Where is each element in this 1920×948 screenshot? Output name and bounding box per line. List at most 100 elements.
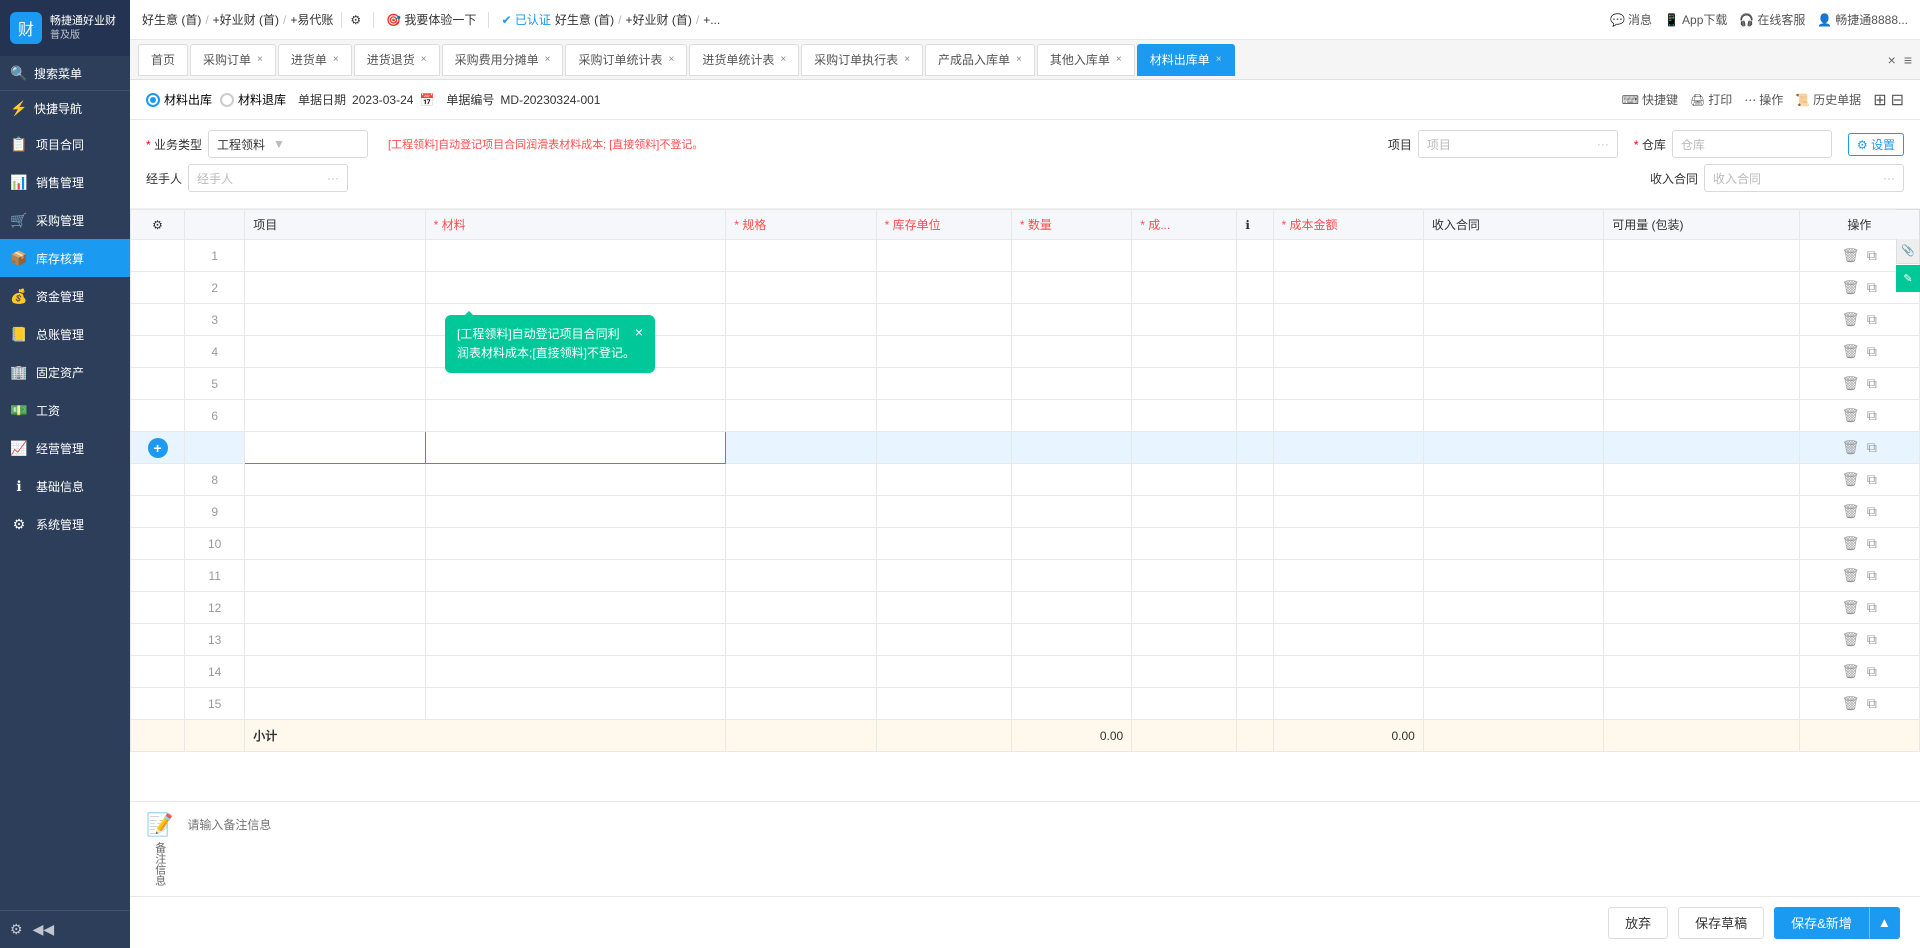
float-attach-icon[interactable]: 📎 <box>1896 237 1920 264</box>
row-delete-icon[interactable]: 🗑 <box>1842 375 1860 391</box>
toplink-settings-icon[interactable]: ⚙ <box>350 13 361 27</box>
operations-btn[interactable]: ⋯ 操作 <box>1744 91 1783 108</box>
row-delete-icon[interactable]: 🗑 <box>1842 535 1860 551</box>
row-copy-icon[interactable]: ⧉ <box>1867 567 1877 583</box>
settings-btn[interactable]: ⚙ 设置 <box>1848 133 1904 156</box>
row-copy-icon[interactable]: ⧉ <box>1867 375 1877 391</box>
sidebar-item-sales[interactable]: 📊 销售管理 <box>0 163 130 201</box>
toplink-more[interactable]: +... <box>703 13 720 27</box>
row-delete-icon[interactable]: 🗑 <box>1842 343 1860 359</box>
print-btn[interactable]: 🖨 打印 <box>1690 91 1732 108</box>
col-qty[interactable]: * 数量 <box>1011 210 1131 240</box>
sidebar-item-fixed-assets[interactable]: 🏢 固定资产 <box>0 353 130 391</box>
row-delete-icon[interactable]: 🗑 <box>1842 631 1860 647</box>
row-copy-icon[interactable]: ⧉ <box>1867 343 1877 359</box>
save-new-main-btn[interactable]: 保存&新增 <box>1774 907 1869 939</box>
row-copy-icon[interactable]: ⧉ <box>1867 279 1877 295</box>
settings-bottom-icon[interactable]: ⚙ <box>10 921 23 938</box>
tab-purchase-order-close[interactable]: × <box>257 54 263 65</box>
project-input[interactable]: 项目 ··· <box>1418 130 1618 158</box>
row-copy-icon[interactable]: ⧉ <box>1867 503 1877 519</box>
toplink-haoshengyi2[interactable]: 好生意 (首) <box>555 11 614 28</box>
add-row-btn[interactable]: + <box>148 438 168 458</box>
tab-inbound-close[interactable]: × <box>333 54 339 65</box>
sidebar-item-system[interactable]: ⚙ 系统管理 <box>0 505 130 543</box>
tab-purchase-exec-close[interactable]: × <box>904 54 910 65</box>
tab-purchase-stats[interactable]: 采购订单统计表 × <box>565 44 687 76</box>
row-delete-icon[interactable]: 🗑 <box>1842 471 1860 487</box>
tab-other-storage-close[interactable]: × <box>1116 54 1122 65</box>
save-draft-btn[interactable]: 保存草稿 <box>1678 907 1764 939</box>
business-type-input[interactable]: 工程领料 ▼ <box>208 130 368 158</box>
tab-material-out[interactable]: 材料出库单 × <box>1137 44 1235 76</box>
row-copy-icon[interactable]: ⧉ <box>1867 695 1877 711</box>
tab-close-all[interactable]: × <box>1888 52 1896 68</box>
col-material[interactable]: * 材料 <box>425 210 726 240</box>
row-delete-icon[interactable]: 🗑 <box>1842 599 1860 615</box>
tab-product-storage[interactable]: 产成品入库单 × <box>925 44 1035 76</box>
tab-inbound-returns-close[interactable]: × <box>421 54 427 65</box>
tab-home[interactable]: 首页 <box>138 44 188 76</box>
toplink-try[interactable]: 🎯 我要体验一下 <box>386 11 476 28</box>
col-cost[interactable]: * 成... <box>1132 210 1237 240</box>
row-delete-icon[interactable]: 🗑 <box>1842 503 1860 519</box>
tab-product-storage-close[interactable]: × <box>1016 54 1022 65</box>
tab-inbound-stats[interactable]: 进货单统计表 × <box>689 44 799 76</box>
row-delete-icon[interactable]: 🗑 <box>1842 279 1860 295</box>
row-delete-icon[interactable]: 🗑 <box>1842 695 1860 711</box>
col-available[interactable]: 可用量 (包装) <box>1604 210 1799 240</box>
discard-btn[interactable]: 放弃 <box>1608 907 1668 939</box>
sidebar-item-ledger[interactable]: 📒 总账管理 <box>0 315 130 353</box>
calendar-icon[interactable]: 📅 <box>419 93 434 107</box>
tab-purchase-expense[interactable]: 采购费用分摊单 × <box>442 44 564 76</box>
tab-other-storage[interactable]: 其他入库单 × <box>1037 44 1135 76</box>
tab-material-out-close[interactable]: × <box>1216 54 1222 65</box>
collapse-icon[interactable]: ◀◀ <box>33 921 55 938</box>
tooltip-close-btn[interactable]: × <box>635 325 643 339</box>
col-unit[interactable]: * 库存单位 <box>876 210 1011 240</box>
row-copy-icon[interactable]: ⧉ <box>1867 535 1877 551</box>
sidebar-item-purchase[interactable]: 🛒 采购管理 <box>0 201 130 239</box>
row-copy-icon[interactable]: ⧉ <box>1867 439 1877 455</box>
sidebar-item-operations[interactable]: 📈 经营管理 <box>0 429 130 467</box>
topbar-message-btn[interactable]: 💬 消息 <box>1610 11 1652 28</box>
col-income-contract[interactable]: 收入合同 <box>1423 210 1603 240</box>
row-copy-icon[interactable]: ⧉ <box>1867 407 1877 423</box>
col-cost-amount[interactable]: * 成本金额 <box>1273 210 1423 240</box>
topbar-user-btn[interactable]: 👤 畅捷通8888... <box>1817 11 1908 28</box>
row-copy-icon[interactable]: ⧉ <box>1867 599 1877 615</box>
sidebar-item-shortcut[interactable]: ⚡ 快捷导航 <box>0 91 130 125</box>
radio-material-out[interactable]: 材料出库 <box>146 91 212 108</box>
income-contract-search-icon[interactable]: ··· <box>1883 171 1895 185</box>
handler-input[interactable]: 经手人 ··· <box>188 164 348 192</box>
sidebar-item-inventory[interactable]: 📦 库存核算 <box>0 239 130 277</box>
doc-date-value[interactable]: 2023-03-24 <box>352 93 413 107</box>
notes-input[interactable] <box>183 812 1904 848</box>
sidebar-item-project-contract[interactable]: 📋 项目合同 <box>0 125 130 163</box>
handler-search-icon[interactable]: ··· <box>327 171 339 185</box>
tab-inbound-stats-close[interactable]: × <box>780 54 786 65</box>
save-new-arrow-btn[interactable]: ▲ <box>1869 907 1900 939</box>
tab-purchase-exec[interactable]: 采购订单执行表 × <box>801 44 923 76</box>
row-delete-icon[interactable]: 🗑 <box>1842 311 1860 327</box>
tab-inbound-returns[interactable]: 进货退货 × <box>354 44 440 76</box>
float-green-icon[interactable]: ✎ <box>1896 265 1920 292</box>
shortcut-key-btn[interactable]: ⌨ 快捷键 <box>1622 91 1678 108</box>
row-delete-icon[interactable]: 🗑 <box>1842 247 1860 263</box>
row-delete-icon[interactable]: 🗑 <box>1842 567 1860 583</box>
toplink-haoshengyi[interactable]: 好生意 (首) <box>142 11 201 28</box>
radio-material-return[interactable]: 材料退库 <box>220 91 286 108</box>
view-detail-btn[interactable]: ⊟ <box>1891 90 1904 110</box>
warehouse-input[interactable]: 仓库 <box>1672 130 1832 158</box>
row-delete-icon[interactable]: 🗑 <box>1842 663 1860 679</box>
row-copy-icon[interactable]: ⧉ <box>1867 663 1877 679</box>
tab-inbound[interactable]: 进货单 × <box>278 44 352 76</box>
row-copy-icon[interactable]: ⧉ <box>1867 471 1877 487</box>
row-delete-icon[interactable]: 🗑 <box>1842 407 1860 423</box>
row-copy-icon[interactable]: ⧉ <box>1867 311 1877 327</box>
sidebar-item-payroll[interactable]: 💵 工资 <box>0 391 130 429</box>
tab-menu[interactable]: ≡ <box>1904 52 1912 68</box>
col-project[interactable]: 项目 <box>245 210 425 240</box>
row-copy-icon[interactable]: ⧉ <box>1867 247 1877 263</box>
view-list-btn[interactable]: ⊞ <box>1873 90 1886 110</box>
